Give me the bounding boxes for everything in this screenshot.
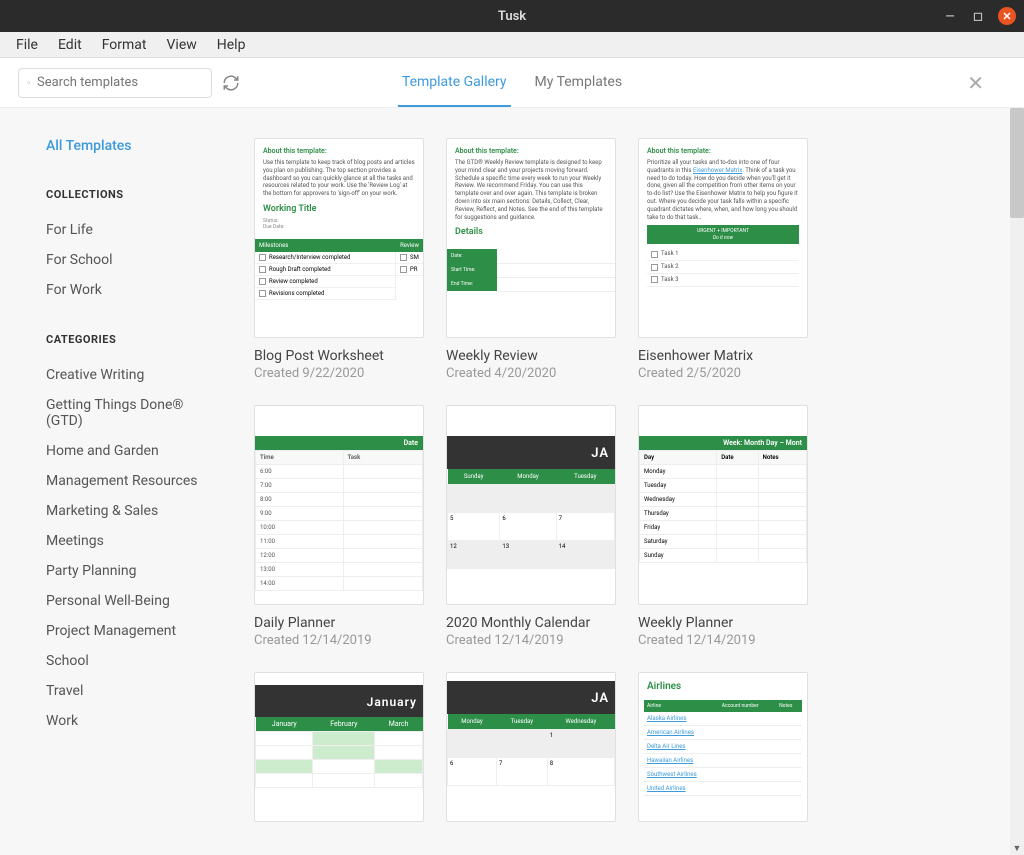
template-thumb: Date TimeTask 6:00 7:00 8:00 9:00 10:00 …: [254, 405, 424, 605]
template-title: Daily Planner: [254, 615, 424, 631]
sidebar-all-templates[interactable]: All Templates: [46, 138, 210, 154]
refresh-icon[interactable]: [222, 74, 240, 92]
template-sub: Created 9/22/2020: [254, 366, 424, 381]
titlebar: Tusk — ◻ ✕: [0, 0, 1024, 32]
template-sub: Created 12/14/2019: [638, 633, 808, 648]
template-title: Weekly Planner: [638, 615, 808, 631]
template-card[interactable]: January JanuaryFebruaryMarch: [254, 672, 424, 822]
sidebar-item-travel[interactable]: Travel: [46, 676, 210, 706]
template-sub: Created 12/14/2019: [254, 633, 424, 648]
menu-view[interactable]: View: [157, 35, 207, 55]
template-title: Eisenhower Matrix: [638, 348, 808, 364]
sidebar-item-marketing[interactable]: Marketing & Sales: [46, 496, 210, 526]
template-title: Weekly Review: [446, 348, 616, 364]
template-sub: Created 4/20/2020: [446, 366, 616, 381]
sidebar-item-management[interactable]: Management Resources: [46, 466, 210, 496]
topbar: Template Gallery My Templates ✕: [0, 58, 1024, 108]
sidebar-item-work[interactable]: Work: [46, 706, 210, 736]
menu-file[interactable]: File: [6, 35, 48, 55]
template-card[interactable]: JA MondayTuesdayWednesday 1 678: [446, 672, 616, 822]
template-sub: Created 2/5/2020: [638, 366, 808, 381]
template-card[interactable]: Date TimeTask 6:00 7:00 8:00 9:00 10:00 …: [254, 405, 424, 648]
template-card[interactable]: Week: Month Day – Mont DayDateNotes Mond…: [638, 405, 808, 648]
template-grid-area: About this template: Use this template t…: [230, 108, 1024, 855]
template-thumb: Week: Month Day – Mont DayDateNotes Mond…: [638, 405, 808, 605]
sidebar-item-project-mgmt[interactable]: Project Management: [46, 616, 210, 646]
sidebar-item-school[interactable]: School: [46, 646, 210, 676]
search-input[interactable]: [37, 75, 203, 90]
minimize-button[interactable]: —: [942, 8, 958, 24]
template-thumb: January JanuaryFebruaryMarch: [254, 672, 424, 822]
search-box[interactable]: [18, 68, 212, 98]
sidebar-categories-head: CATEGORIES: [46, 333, 210, 346]
menu-edit[interactable]: Edit: [48, 35, 92, 55]
menu-help[interactable]: Help: [207, 35, 256, 55]
menu-format[interactable]: Format: [92, 35, 157, 55]
template-thumb: JA SundayMondayTuesday 567 121314: [446, 405, 616, 605]
template-card[interactable]: About this template: Use this template t…: [254, 138, 424, 381]
sidebar-collections-head: COLLECTIONS: [46, 188, 210, 201]
search-icon: [27, 76, 31, 90]
tabs: Template Gallery My Templates: [398, 58, 626, 107]
menubar: File Edit Format View Help: [0, 32, 1024, 58]
template-thumb: JA MondayTuesdayWednesday 1 678: [446, 672, 616, 822]
sidebar-item-party[interactable]: Party Planning: [46, 556, 210, 586]
sidebar-item-for-life[interactable]: For Life: [46, 215, 210, 245]
template-card[interactable]: About this template: Prioritize all your…: [638, 138, 808, 381]
template-thumb: About this template: Use this template t…: [254, 138, 424, 338]
vertical-scrollbar[interactable]: ▼: [1010, 108, 1024, 855]
sidebar-item-gtd[interactable]: Getting Things Done® (GTD): [46, 390, 210, 436]
sidebar-item-for-school[interactable]: For School: [46, 245, 210, 275]
window-title: Tusk: [498, 9, 526, 24]
sidebar: All Templates COLLECTIONS For Life For S…: [0, 108, 230, 855]
template-title: Blog Post Worksheet: [254, 348, 424, 364]
template-card[interactable]: About this template: The GTD® Weekly Rev…: [446, 138, 616, 381]
template-card[interactable]: JA SundayMondayTuesday 567 121314 2020 M…: [446, 405, 616, 648]
tab-my-templates[interactable]: My Templates: [531, 59, 627, 107]
window-controls: — ◻ ✕: [942, 0, 1016, 32]
app-body: Template Gallery My Templates ✕ All Temp…: [0, 58, 1024, 855]
template-thumb: Airlines AirlineAccount numberNotes Alas…: [638, 672, 808, 822]
scrollbar-thumb[interactable]: [1010, 108, 1024, 218]
sidebar-item-meetings[interactable]: Meetings: [46, 526, 210, 556]
template-card[interactable]: Airlines AirlineAccount numberNotes Alas…: [638, 672, 808, 822]
template-thumb: About this template: The GTD® Weekly Rev…: [446, 138, 616, 338]
sidebar-item-wellbeing[interactable]: Personal Well-Being: [46, 586, 210, 616]
sidebar-item-for-work[interactable]: For Work: [46, 275, 210, 305]
template-title: 2020 Monthly Calendar: [446, 615, 616, 631]
scroll-down-icon[interactable]: ▼: [1010, 841, 1024, 855]
maximize-button[interactable]: ◻: [970, 8, 986, 24]
tab-gallery[interactable]: Template Gallery: [398, 59, 511, 107]
close-button[interactable]: ✕: [998, 7, 1016, 25]
template-sub: Created 12/14/2019: [446, 633, 616, 648]
sidebar-item-creative-writing[interactable]: Creative Writing: [46, 360, 210, 390]
template-thumb: About this template: Prioritize all your…: [638, 138, 808, 338]
close-panel-icon[interactable]: ✕: [967, 71, 984, 95]
sidebar-item-home-garden[interactable]: Home and Garden: [46, 436, 210, 466]
